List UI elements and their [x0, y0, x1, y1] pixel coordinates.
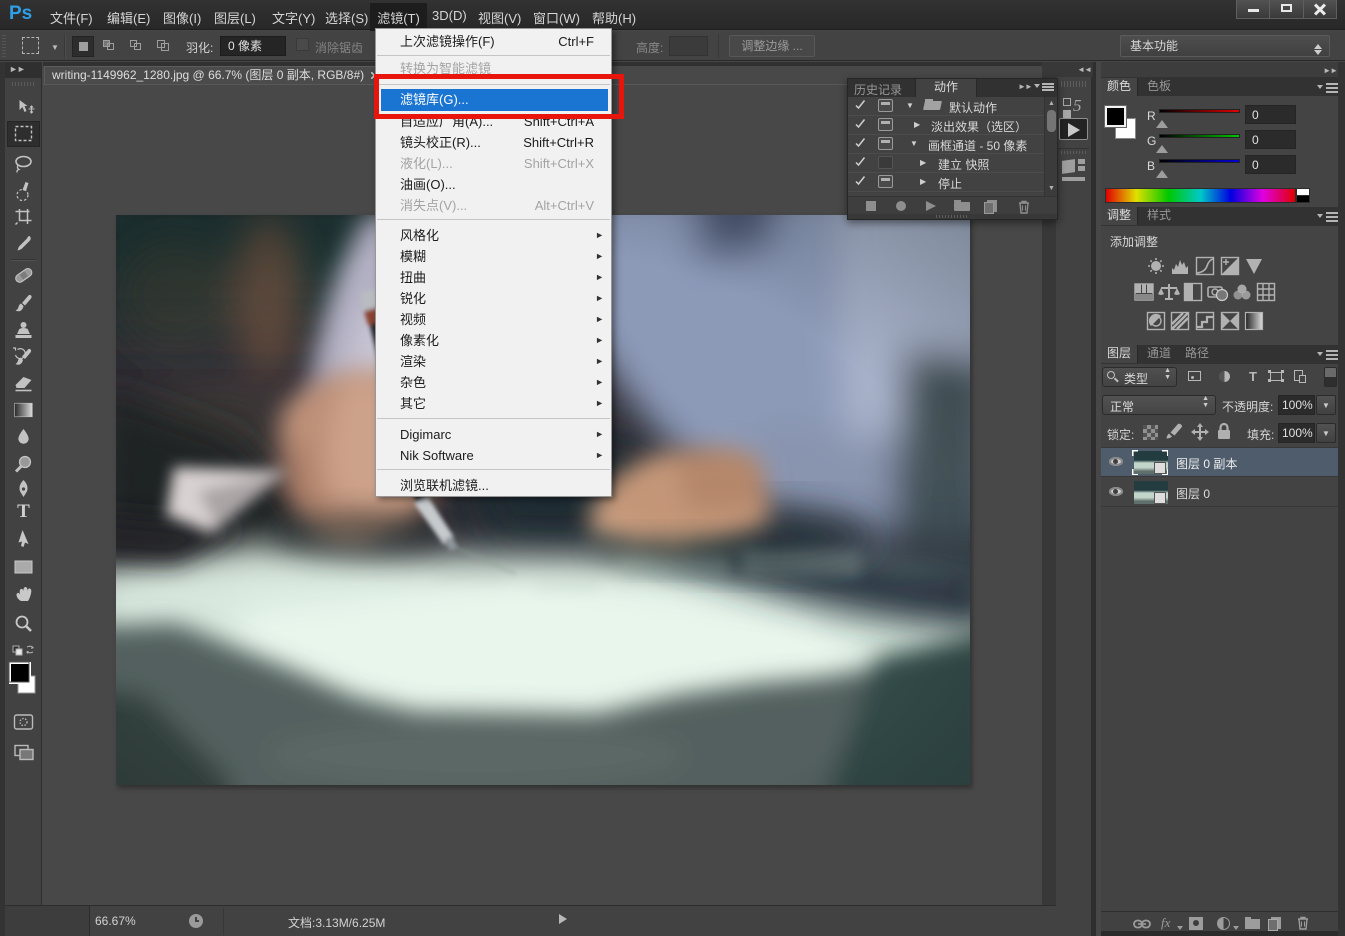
svg-text:T: T [17, 501, 30, 522]
